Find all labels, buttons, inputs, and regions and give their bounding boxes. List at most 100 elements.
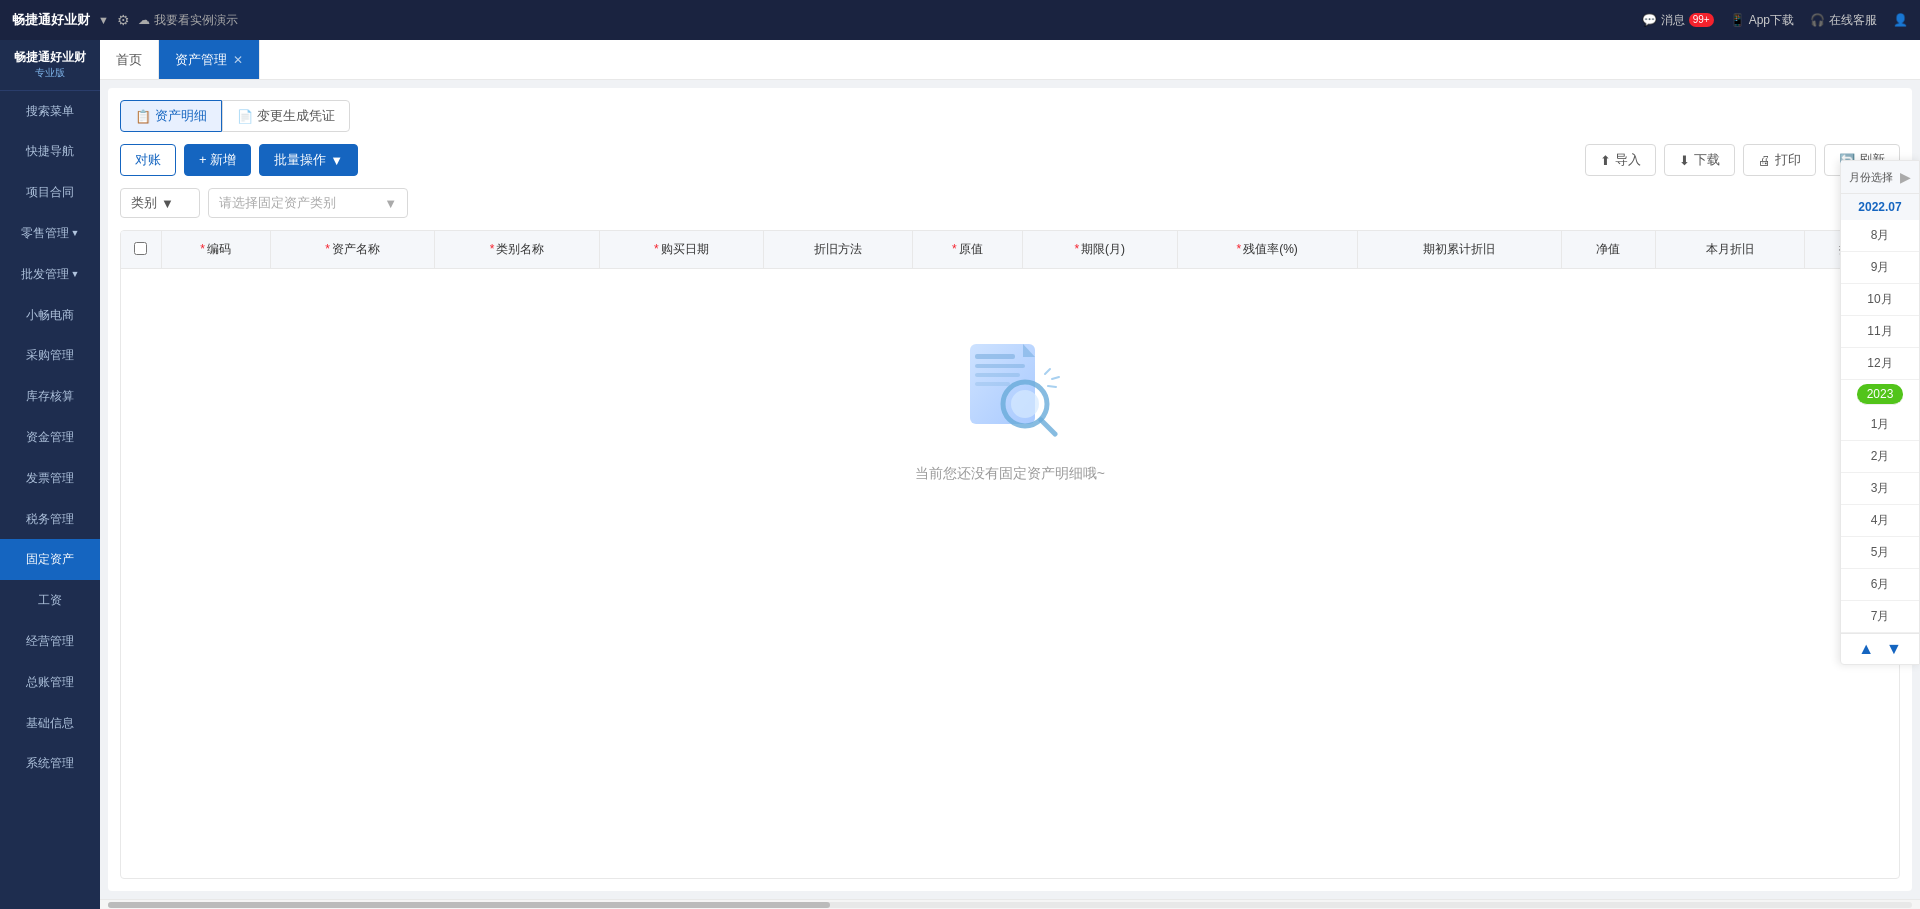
sidebar-item-fixed-assets-label: 固定资产 bbox=[26, 551, 74, 568]
sidebar-item-basic-info[interactable]: 基础信息 bbox=[0, 703, 100, 744]
svg-rect-2 bbox=[975, 364, 1025, 368]
svg-point-6 bbox=[1011, 390, 1039, 418]
sidebar-item-tax[interactable]: 税务管理 bbox=[0, 499, 100, 540]
sidebar-item-procurement-label: 采购管理 bbox=[26, 347, 74, 364]
month-item-5[interactable]: 5月 bbox=[1841, 537, 1919, 569]
month-item-12[interactable]: 12月 bbox=[1841, 348, 1919, 380]
asset-table: *编码 *资产名称 *类别名称 *购买日期 折旧方法 *原值 *期限(月) *残… bbox=[121, 231, 1899, 543]
table-header-code: *编码 bbox=[161, 231, 270, 269]
message-button[interactable]: 💬 消息 99 bbox=[1642, 12, 1714, 29]
category-type-arrow: ▼ bbox=[161, 196, 174, 211]
sidebar-item-search[interactable]: 搜索菜单 bbox=[0, 91, 100, 132]
empty-illustration bbox=[950, 329, 1070, 449]
tab-bar: 首页 资产管理 ✕ bbox=[100, 40, 1920, 80]
svg-line-10 bbox=[1048, 386, 1056, 387]
online-service-label: 在线客服 bbox=[1829, 12, 1877, 29]
month-item-2[interactable]: 2月 bbox=[1841, 441, 1919, 473]
app-download-icon: 📱 bbox=[1730, 13, 1745, 27]
sidebar-item-invoice[interactable]: 发票管理 bbox=[0, 458, 100, 499]
sidebar-item-system-label: 系统管理 bbox=[26, 755, 74, 772]
sidebar-item-inventory[interactable]: 库存核算 bbox=[0, 376, 100, 417]
month-item-6[interactable]: 6月 bbox=[1841, 569, 1919, 601]
sidebar-item-inventory-label: 库存核算 bbox=[26, 388, 74, 405]
month-year-2022[interactable]: 2022.07 bbox=[1841, 194, 1919, 220]
month-item-4[interactable]: 4月 bbox=[1841, 505, 1919, 537]
sidebar-item-ledger[interactable]: 总账管理 bbox=[0, 662, 100, 703]
sub-tab-voucher-label: 变更生成凭证 bbox=[257, 107, 335, 125]
print-button[interactable]: 🖨 打印 bbox=[1743, 144, 1816, 176]
month-panel: 月份选择 ▶ 2022.07 8月 9月 10月 11月 12月 2023 1月… bbox=[1840, 160, 1920, 665]
month-item-9[interactable]: 9月 bbox=[1841, 252, 1919, 284]
category-type-select[interactable]: 类别 ▼ bbox=[120, 188, 200, 218]
table-header-net-value: 净值 bbox=[1561, 231, 1655, 269]
sidebar-item-system[interactable]: 系统管理 bbox=[0, 743, 100, 784]
content-area: 首页 资产管理 ✕ 📋 资产明细 📄 变更生成凭证 bbox=[100, 40, 1920, 909]
sidebar-item-tax-label: 税务管理 bbox=[26, 511, 74, 528]
sub-tab-generate-voucher[interactable]: 📄 变更生成凭证 bbox=[222, 100, 350, 132]
wholesale-arrow-icon: ▼ bbox=[71, 269, 80, 279]
category-placeholder: 请选择固定资产类别 bbox=[219, 194, 336, 212]
month-item-7[interactable]: 7月 bbox=[1841, 601, 1919, 633]
sidebar-item-ecommerce[interactable]: 小畅电商 bbox=[0, 295, 100, 336]
tab-home[interactable]: 首页 bbox=[100, 40, 159, 79]
toolbar-left: 对账 + 新增 批量操作 ▼ bbox=[120, 144, 358, 176]
select-all-checkbox[interactable] bbox=[134, 242, 147, 255]
empty-state: 当前您还没有固定资产明细哦~ bbox=[121, 269, 1899, 543]
user-info[interactable]: 👤 bbox=[1893, 13, 1908, 27]
table-header-period: *期限(月) bbox=[1022, 231, 1177, 269]
sidebar-item-procurement[interactable]: 采购管理 bbox=[0, 335, 100, 376]
demo-link[interactable]: ☁ 我要看实例演示 bbox=[138, 12, 238, 29]
month-item-3[interactable]: 3月 bbox=[1841, 473, 1919, 505]
sidebar-item-fixed-assets[interactable]: 固定资产 bbox=[0, 539, 100, 580]
month-panel-collapse-icon[interactable]: ▶ bbox=[1900, 169, 1911, 185]
month-item-10[interactable]: 10月 bbox=[1841, 284, 1919, 316]
filter-bar: 类别 ▼ 请选择固定资产类别 ▼ bbox=[120, 188, 1900, 218]
settings-icon[interactable]: ⚙ bbox=[117, 12, 130, 28]
tab-asset-management[interactable]: 资产管理 ✕ bbox=[159, 40, 260, 79]
scroll-thumb bbox=[108, 902, 830, 908]
month-item-8[interactable]: 8月 bbox=[1841, 220, 1919, 252]
top-bar-left: 畅捷通好业财 ▼ ⚙ ☁ 我要看实例演示 bbox=[12, 11, 238, 29]
sidebar-item-funds[interactable]: 资金管理 bbox=[0, 417, 100, 458]
sub-tabs: 📋 资产明细 📄 变更生成凭证 bbox=[120, 100, 1900, 132]
table-header-checkbox bbox=[121, 231, 161, 269]
download-button[interactable]: ⬇ 下载 bbox=[1664, 144, 1735, 176]
headset-icon: 🎧 bbox=[1810, 13, 1825, 27]
sidebar-item-payroll[interactable]: 工资 bbox=[0, 580, 100, 621]
sidebar-item-retail[interactable]: 零售管理 ▼ bbox=[0, 213, 100, 254]
month-item-11[interactable]: 11月 bbox=[1841, 316, 1919, 348]
reconcile-button[interactable]: 对账 bbox=[120, 144, 176, 176]
category-search-input[interactable]: 请选择固定资产类别 ▼ bbox=[208, 188, 408, 218]
svg-line-8 bbox=[1045, 369, 1050, 374]
sidebar-item-contracts[interactable]: 项目合同 bbox=[0, 172, 100, 213]
month-item-1[interactable]: 1月 bbox=[1841, 409, 1919, 441]
import-icon: ⬆ bbox=[1600, 153, 1611, 168]
year-2023-marker[interactable]: 2023 bbox=[1857, 384, 1903, 405]
top-bar: 畅捷通好业财 ▼ ⚙ ☁ 我要看实例演示 💬 消息 99 📱 App下载 🎧 在… bbox=[0, 0, 1920, 40]
app-download-button[interactable]: 📱 App下载 bbox=[1730, 12, 1794, 29]
reconcile-label: 对账 bbox=[135, 151, 161, 169]
add-button[interactable]: + 新增 bbox=[184, 144, 251, 176]
online-service-button[interactable]: 🎧 在线客服 bbox=[1810, 12, 1877, 29]
month-panel-header: 月份选择 ▶ bbox=[1841, 161, 1919, 194]
table-header-name: *资产名称 bbox=[270, 231, 434, 269]
table-header-method: 折旧方法 bbox=[764, 231, 913, 269]
bottom-scrollbar[interactable] bbox=[100, 899, 1920, 909]
table-header-accumulated: 期初累计折旧 bbox=[1357, 231, 1561, 269]
voucher-icon: 📄 bbox=[237, 109, 253, 124]
sidebar-item-quicknav[interactable]: 快捷导航 bbox=[0, 131, 100, 172]
import-button[interactable]: ⬆ 导入 bbox=[1585, 144, 1656, 176]
tab-close-icon[interactable]: ✕ bbox=[233, 53, 243, 67]
category-type-label: 类别 bbox=[131, 194, 157, 212]
user-avatar: 👤 bbox=[1893, 13, 1908, 27]
company-dropdown[interactable]: ▼ bbox=[98, 14, 109, 26]
month-down-arrow[interactable]: ▼ bbox=[1886, 640, 1902, 658]
sidebar-item-operations[interactable]: 经营管理 bbox=[0, 621, 100, 662]
sub-tab-asset-detail[interactable]: 📋 资产明细 bbox=[120, 100, 222, 132]
sub-tab-asset-detail-label: 资产明细 bbox=[155, 107, 207, 125]
batch-label: 批量操作 bbox=[274, 151, 326, 169]
batch-button[interactable]: 批量操作 ▼ bbox=[259, 144, 358, 176]
main-layout: 畅捷通好业财 专业版 搜索菜单 快捷导航 项目合同 零售管理 ▼ 批发管理 ▼ … bbox=[0, 40, 1920, 909]
month-up-arrow[interactable]: ▲ bbox=[1858, 640, 1874, 658]
sidebar-item-wholesale[interactable]: 批发管理 ▼ bbox=[0, 254, 100, 295]
